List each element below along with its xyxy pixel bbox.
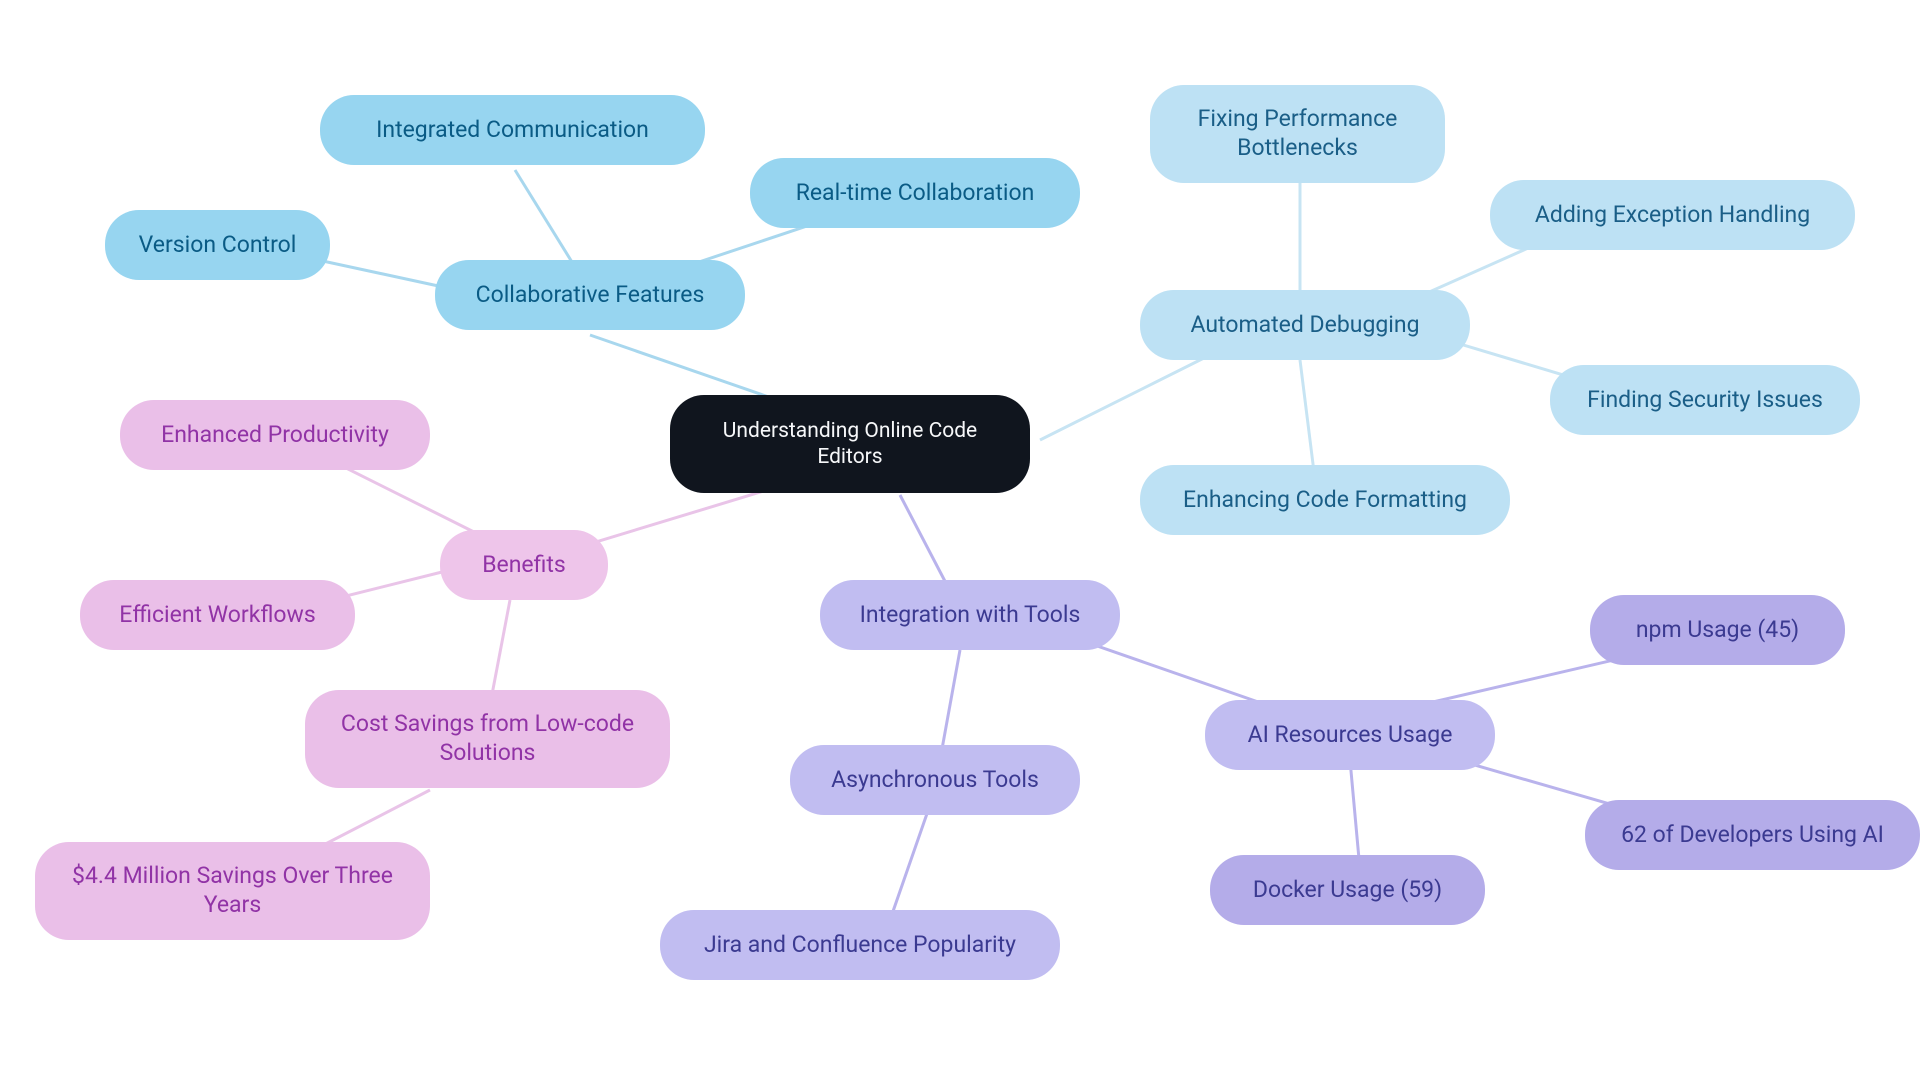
debug-root: Automated Debugging [1140, 290, 1470, 360]
benefits-workflows-label: Efficient Workflows [119, 601, 315, 630]
benefits-lowcode: Cost Savings from Low-code Solutions [305, 690, 670, 788]
integration-jira: Jira and Confluence Popularity [660, 910, 1060, 980]
benefits-productivity: Enhanced Productivity [120, 400, 430, 470]
collab-root: Collaborative Features [435, 260, 745, 330]
benefits-root-label: Benefits [482, 551, 566, 580]
benefits-savings-label: $4.4 Million Savings Over Three Years [57, 862, 408, 920]
debug-formatting: Enhancing Code Formatting [1140, 465, 1510, 535]
integration-root-label: Integration with Tools [860, 601, 1081, 630]
integration-devsai: 62 of Developers Using AI [1585, 800, 1920, 870]
debug-exception: Adding Exception Handling [1490, 180, 1855, 250]
debug-bottlenecks-label: Fixing Performance Bottlenecks [1172, 105, 1423, 163]
mindmap-canvas: Understanding Online Code Editors Collab… [0, 0, 1920, 1083]
center-node: Understanding Online Code Editors [670, 395, 1030, 493]
collab-realtime-label: Real-time Collaboration [796, 179, 1035, 208]
integration-async-label: Asynchronous Tools [831, 766, 1039, 795]
debug-exception-label: Adding Exception Handling [1535, 201, 1810, 230]
collab-integrated-label: Integrated Communication [376, 116, 649, 145]
integration-docker: Docker Usage (59) [1210, 855, 1485, 925]
integration-ai-label: AI Resources Usage [1248, 721, 1453, 750]
integration-devsai-label: 62 of Developers Using AI [1621, 821, 1884, 850]
collab-integrated: Integrated Communication [320, 95, 705, 165]
benefits-savings: $4.4 Million Savings Over Three Years [35, 842, 430, 940]
center-label: Understanding Online Code Editors [692, 418, 1008, 471]
debug-formatting-label: Enhancing Code Formatting [1183, 486, 1467, 515]
debug-root-label: Automated Debugging [1191, 311, 1420, 340]
benefits-workflows: Efficient Workflows [80, 580, 355, 650]
integration-docker-label: Docker Usage (59) [1253, 876, 1442, 905]
integration-npm-label: npm Usage (45) [1636, 616, 1799, 645]
benefits-lowcode-label: Cost Savings from Low-code Solutions [327, 710, 648, 768]
collab-version-label: Version Control [139, 231, 297, 260]
collab-root-label: Collaborative Features [476, 281, 705, 310]
integration-root: Integration with Tools [820, 580, 1120, 650]
debug-security-label: Finding Security Issues [1587, 386, 1823, 415]
integration-npm: npm Usage (45) [1590, 595, 1845, 665]
debug-bottlenecks: Fixing Performance Bottlenecks [1150, 85, 1445, 183]
debug-security: Finding Security Issues [1550, 365, 1860, 435]
collab-version: Version Control [105, 210, 330, 280]
integration-async: Asynchronous Tools [790, 745, 1080, 815]
integration-ai: AI Resources Usage [1205, 700, 1495, 770]
collab-realtime: Real-time Collaboration [750, 158, 1080, 228]
benefits-productivity-label: Enhanced Productivity [161, 421, 389, 450]
integration-jira-label: Jira and Confluence Popularity [704, 931, 1016, 960]
benefits-root: Benefits [440, 530, 608, 600]
